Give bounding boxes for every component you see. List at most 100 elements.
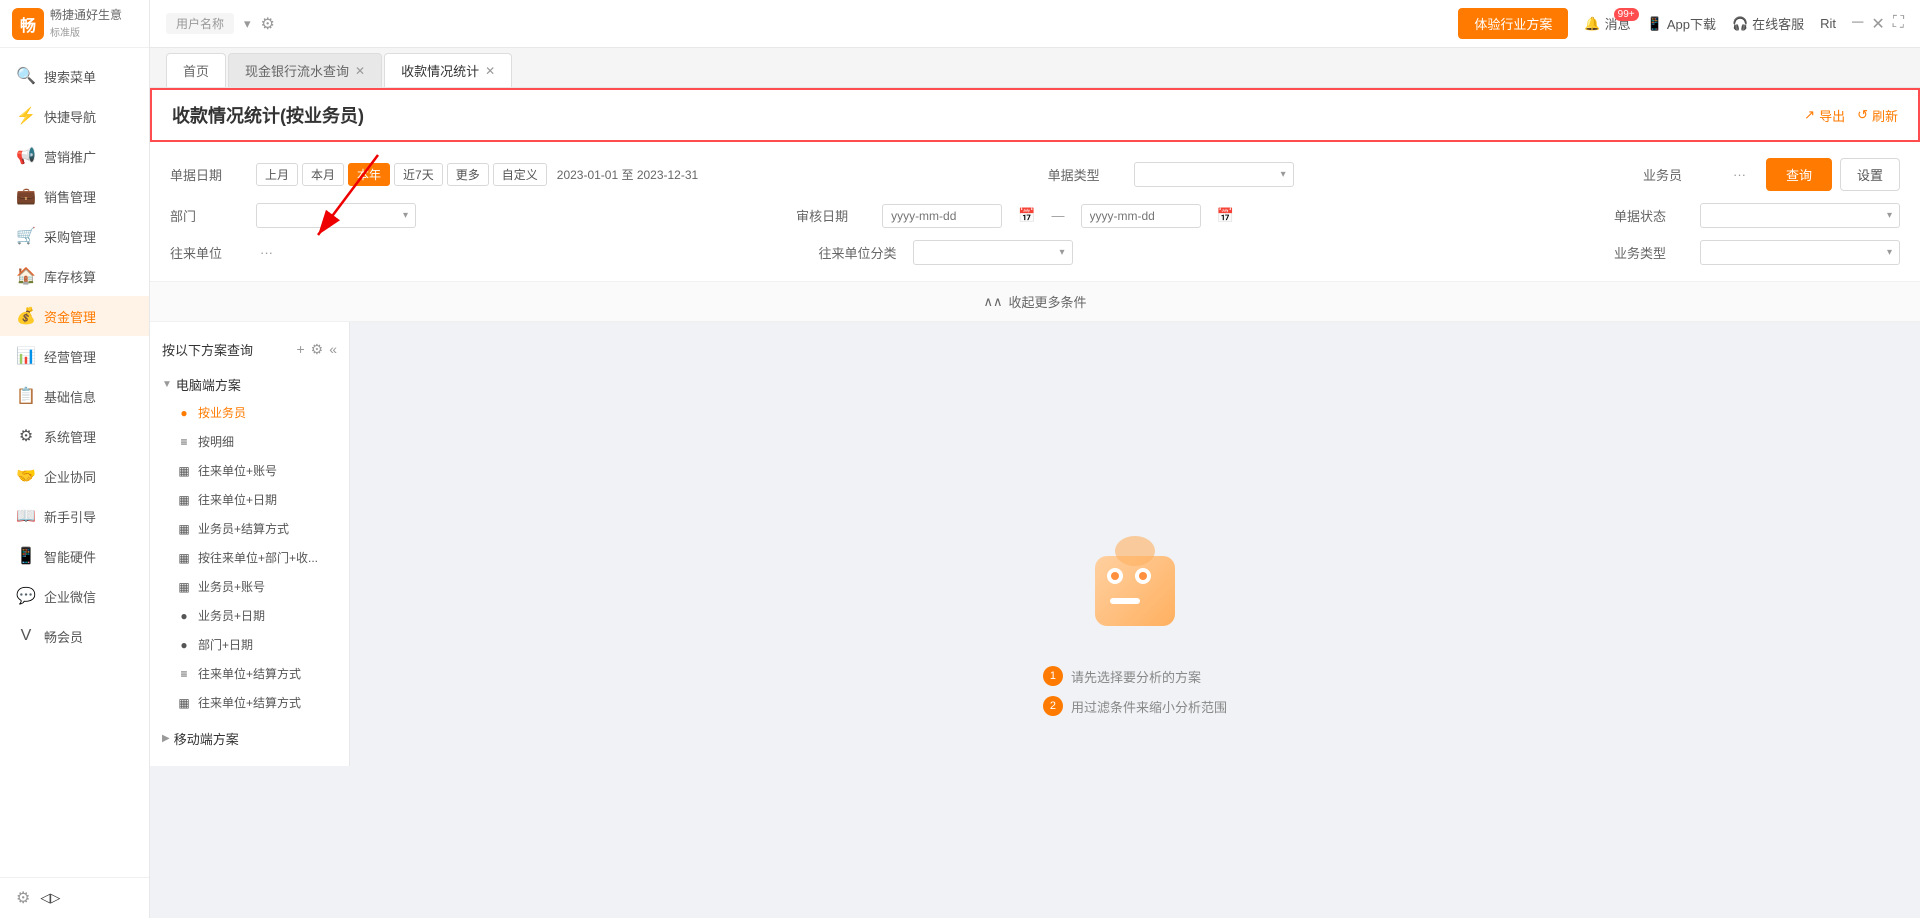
sidebar-item-icon-3: 💼 xyxy=(16,186,36,206)
type-select[interactable] xyxy=(1134,162,1294,187)
sidebar-item-label-4: 采购管理 xyxy=(44,227,96,246)
dept-select[interactable] xyxy=(256,203,416,228)
mobile-section-arrow-icon: ▶ xyxy=(162,733,170,744)
sidebar: 畅 畅捷通好生意 标准版 🔍搜索菜单⚡快捷导航📢营销推广💼销售管理🛒采购管理🏠库… xyxy=(0,0,150,918)
panel-item-dept-date[interactable]: ● 部门+日期 xyxy=(150,630,349,659)
salesman-more-dots[interactable]: ··· xyxy=(1733,167,1746,182)
tab-bank-flow-close[interactable]: ✕ xyxy=(355,64,365,78)
item-dept-date-icon: ● xyxy=(176,637,192,653)
logo-name: 畅捷通好生意 xyxy=(50,8,122,24)
item-dept-date-label: 部门+日期 xyxy=(198,636,253,653)
header-actions: 体验行业方案 🔔 消息 99+ 📱 App下载 🎧 在线客服 xyxy=(1458,8,1904,39)
service-btn[interactable]: 🎧 在线客服 xyxy=(1732,14,1804,33)
preset-this-year[interactable]: 本年 xyxy=(348,163,390,186)
sidebar-item-13[interactable]: 💬企业微信 xyxy=(0,576,149,616)
filter-row-2: 部门 ▾ 审核日期 📅 — 📅 单据状态 xyxy=(170,203,1900,228)
review-date-start[interactable] xyxy=(882,204,1002,228)
sidebar-item-9[interactable]: ⚙系统管理 xyxy=(0,416,149,456)
desktop-section-arrow-icon: ▼ xyxy=(162,379,172,390)
app-download-btn[interactable]: 📱 App下载 xyxy=(1647,14,1716,33)
sidebar-item-11[interactable]: 📖新手引导 xyxy=(0,496,149,536)
panel-section-mobile-title[interactable]: ▶ 移动端方案 xyxy=(150,725,349,752)
status-select[interactable] xyxy=(1700,203,1900,228)
panel-item-partner-settle1[interactable]: ≡ 往来单位+结算方式 xyxy=(150,659,349,688)
review-date-end[interactable] xyxy=(1081,204,1201,228)
tab-bank-flow[interactable]: 现金银行流水查询 ✕ xyxy=(228,53,382,87)
partner-more-dots[interactable]: ··· xyxy=(260,245,273,260)
panel-item-salesman[interactable]: ● 按业务员 xyxy=(150,398,349,427)
panel-item-partner-date[interactable]: ▦ 往来单位+日期 xyxy=(150,485,349,514)
preset-more[interactable]: 更多 xyxy=(447,163,489,186)
tab-receipt-stats[interactable]: 收款情况统计 ✕ xyxy=(384,53,512,87)
item-salesman-settle-label: 业务员+结算方式 xyxy=(198,520,289,537)
header-dropdown-icon[interactable]: ▾ xyxy=(244,16,251,32)
item-partner-settle1-icon: ≡ xyxy=(176,666,192,682)
sidebar-item-10[interactable]: 🤝企业协同 xyxy=(0,456,149,496)
sidebar-item-8[interactable]: 📋基础信息 xyxy=(0,376,149,416)
panel-collapse-icon[interactable]: « xyxy=(329,341,337,358)
sidebar-gear-icon[interactable]: ⚙ xyxy=(16,888,30,908)
sidebar-item-2[interactable]: 📢营销推广 xyxy=(0,136,149,176)
collapse-label: 收起更多条件 xyxy=(1009,292,1087,311)
item-partner-date-icon: ▦ xyxy=(176,492,192,508)
panel-item-detail[interactable]: ≡ 按明细 xyxy=(150,427,349,456)
date-presets: 上月 本月 本年 近7天 更多 自定义 2023-01-01 至 2023-12… xyxy=(256,163,698,186)
item-partner-dept-receipt-label: 按往来单位+部门+收... xyxy=(198,549,318,566)
window-close-btn[interactable]: ✕ xyxy=(1871,14,1884,34)
tab-home-label: 首页 xyxy=(183,61,209,80)
sidebar-collapse-icon[interactable]: ◁▷ xyxy=(40,890,60,906)
sidebar-item-label-2: 营销推广 xyxy=(44,147,96,166)
user-name: Rit xyxy=(1820,16,1836,31)
export-label: 导出 xyxy=(1819,106,1845,125)
collapse-bar[interactable]: ∧∧ 收起更多条件 xyxy=(150,282,1920,322)
sidebar-item-1[interactable]: ⚡快捷导航 xyxy=(0,96,149,136)
tab-receipt-stats-close[interactable]: ✕ xyxy=(485,64,495,78)
step-2-label: 用过滤条件来缩小分析范围 xyxy=(1071,697,1227,716)
type-label: 单据类型 xyxy=(1048,165,1118,184)
panel-item-partner-account[interactable]: ▦ 往来单位+账号 xyxy=(150,456,349,485)
panel-item-partner-dept-receipt[interactable]: ▦ 按往来单位+部门+收... xyxy=(150,543,349,572)
preset-custom[interactable]: 自定义 xyxy=(493,163,547,186)
preset-last-month[interactable]: 上月 xyxy=(256,163,298,186)
partner-cat-label: 往来单位分类 xyxy=(819,243,897,262)
panel-settings-icon[interactable]: ⚙ xyxy=(311,341,324,358)
sidebar-item-label-12: 智能硬件 xyxy=(44,547,96,566)
refresh-btn[interactable]: ↺ 刷新 xyxy=(1857,106,1898,125)
sidebar-item-0[interactable]: 🔍搜索菜单 xyxy=(0,56,149,96)
sidebar-item-4[interactable]: 🛒采购管理 xyxy=(0,216,149,256)
partner-cat-select[interactable] xyxy=(913,240,1073,265)
panel-item-partner-settle2[interactable]: ▦ 往来单位+结算方式 xyxy=(150,688,349,717)
panel-add-icon[interactable]: + xyxy=(296,341,304,358)
sidebar-item-14[interactable]: V畅会员 xyxy=(0,616,149,656)
sidebar-item-5[interactable]: 🏠库存核算 xyxy=(0,256,149,296)
sidebar-item-6[interactable]: 💰资金管理 xyxy=(0,296,149,336)
preset-this-month[interactable]: 本月 xyxy=(302,163,344,186)
header-gear-icon[interactable]: ⚙ xyxy=(261,14,275,34)
biz-type-select[interactable] xyxy=(1700,240,1900,265)
step-1-num: 1 xyxy=(1043,666,1063,686)
sidebar-item-12[interactable]: 📱智能硬件 xyxy=(0,536,149,576)
query-btn[interactable]: 查询 xyxy=(1766,158,1832,191)
trial-btn[interactable]: 体验行业方案 xyxy=(1458,8,1568,39)
message-btn[interactable]: 🔔 消息 99+ xyxy=(1584,14,1630,33)
tab-receipt-stats-label: 收款情况统计 xyxy=(401,61,479,80)
item-salesman-date-icon: ● xyxy=(176,608,192,624)
window-maximize-btn[interactable]: ⛶ xyxy=(1893,14,1904,34)
biz-type-select-wrap: ▾ xyxy=(1700,240,1900,265)
logo-area: 畅 畅捷通好生意 标准版 xyxy=(0,0,149,48)
settings-btn[interactable]: 设置 xyxy=(1840,158,1900,191)
filter-section: 单据日期 上月 本月 本年 近7天 更多 自定义 2023-01-01 至 20… xyxy=(150,142,1920,282)
panel-section-desktop-title[interactable]: ▼ 电脑端方案 xyxy=(150,371,349,398)
sidebar-item-3[interactable]: 💼销售管理 xyxy=(0,176,149,216)
window-minimize-btn[interactable]: ─ xyxy=(1852,14,1863,34)
user-name-btn[interactable]: Rit xyxy=(1820,16,1836,31)
panel-item-salesman-date[interactable]: ● 业务员+日期 xyxy=(150,601,349,630)
panel-item-salesman-settle[interactable]: ▦ 业务员+结算方式 xyxy=(150,514,349,543)
preset-7days[interactable]: 近7天 xyxy=(394,163,443,186)
export-btn[interactable]: ↗ 导出 xyxy=(1804,106,1845,125)
sidebar-item-7[interactable]: 📊经营管理 xyxy=(0,336,149,376)
robot-illustration xyxy=(1085,546,1185,646)
panel-item-salesman-account[interactable]: ▦ 业务员+账号 xyxy=(150,572,349,601)
tab-home[interactable]: 首页 xyxy=(166,53,226,87)
item-partner-dept-receipt-icon: ▦ xyxy=(176,550,192,566)
